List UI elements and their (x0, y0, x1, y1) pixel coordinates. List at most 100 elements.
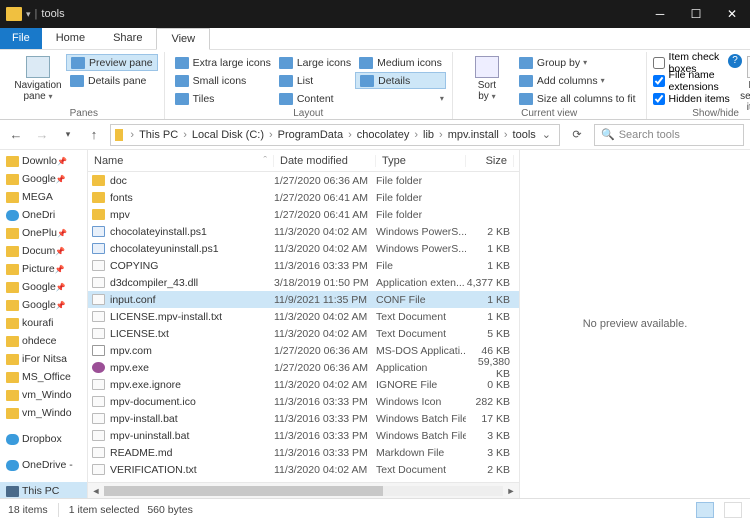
col-type[interactable]: Type (376, 155, 466, 167)
preview-pane: No preview available. (520, 150, 750, 498)
file-row[interactable]: COPYING11/3/2016 03:33 PMFile1 KB (88, 257, 519, 274)
file-name: LICENSE.txt (110, 328, 169, 340)
file-row[interactable]: mpv-install.bat11/3/2016 03:33 PMWindows… (88, 410, 519, 427)
col-name[interactable]: Name ˆ (88, 155, 274, 167)
maximize-button[interactable]: ☐ (678, 0, 714, 28)
tree-item[interactable]: MS_Office (0, 368, 87, 386)
navigation-pane-button[interactable]: Navigation pane ▾ (10, 52, 66, 107)
view-thumbnails-button[interactable] (724, 502, 742, 518)
size-columns-button[interactable]: Size all columns to fit (515, 90, 640, 107)
layout-small[interactable]: Small icons (171, 72, 275, 89)
view-details-button[interactable] (696, 502, 714, 518)
file-name: input.conf (110, 294, 156, 306)
scroll-thumb[interactable] (104, 486, 383, 496)
crumb[interactable]: mpv.install (446, 129, 501, 141)
file-row[interactable]: fonts1/27/2020 06:41 AMFile folder (88, 189, 519, 206)
tree-item[interactable]: Docum 📌 (0, 242, 87, 260)
tree-item[interactable]: kourafi (0, 314, 87, 332)
refresh-button[interactable]: ⟳ (566, 128, 588, 141)
hidden-items-toggle[interactable]: Hidden items (653, 90, 735, 107)
file-row[interactable]: mpv.com1/27/2020 06:36 AMMS-DOS Applicat… (88, 342, 519, 359)
layout-tiles[interactable]: Tiles (171, 90, 275, 107)
crumb[interactable]: This PC (137, 129, 180, 141)
address-bar[interactable]: › This PC› Local Disk (C:)› ProgramData›… (110, 124, 560, 146)
file-row[interactable]: chocolateyuninstall.ps111/3/2020 04:02 A… (88, 240, 519, 257)
col-date[interactable]: Date modified (274, 155, 376, 167)
file-row[interactable]: VERIFICATION.txt11/3/2020 04:02 AMText D… (88, 461, 519, 478)
add-columns-button[interactable]: Add columns ▾ (515, 72, 640, 89)
layout-medium[interactable]: Medium icons (355, 54, 446, 71)
tree-item[interactable]: ohdece (0, 332, 87, 350)
file-row[interactable]: input.conf11/9/2021 11:35 PMCONF File1 K… (88, 291, 519, 308)
layout-more[interactable]: ▾ (355, 90, 446, 107)
tree-item[interactable]: Picture 📌 (0, 260, 87, 278)
nav-forward-button[interactable]: → (32, 127, 52, 142)
file-list[interactable]: doc1/27/2020 06:36 AMFile folderfonts1/2… (88, 172, 519, 482)
file-row[interactable]: doc1/27/2020 06:36 AMFile folder (88, 172, 519, 189)
file-row[interactable]: chocolateyinstall.ps111/3/2020 04:02 AMW… (88, 223, 519, 240)
close-button[interactable]: ✕ (714, 0, 750, 28)
file-row[interactable]: mpv1/27/2020 06:41 AMFile folder (88, 206, 519, 223)
tree-item[interactable]: OnePlu 📌 (0, 224, 87, 242)
tab-view[interactable]: View (156, 28, 210, 50)
folder-icon (6, 336, 19, 347)
file-row[interactable]: LICENSE.mpv-install.txt11/3/2020 04:02 A… (88, 308, 519, 325)
tree-item[interactable]: OneDrive - (0, 456, 87, 474)
search-icon: 🔍 (601, 128, 615, 141)
search-input[interactable]: 🔍 Search tools (594, 124, 744, 146)
crumb[interactable]: Local Disk (C:) (190, 129, 266, 141)
preview-pane-button[interactable]: Preview pane (66, 54, 158, 71)
file-extensions-toggle[interactable]: File name extensions (653, 72, 735, 89)
tab-share[interactable]: Share (99, 28, 156, 49)
tree-item[interactable]: Dropbox (0, 430, 87, 448)
tree-item[interactable]: vm_Windo (0, 404, 87, 422)
nav-recent-button[interactable]: ▾ (58, 129, 78, 140)
tree-item[interactable]: This PC (0, 482, 87, 498)
file-row[interactable]: mpv.exe.ignore11/3/2020 04:02 AMIGNORE F… (88, 376, 519, 393)
tree-item[interactable]: MEGA (0, 188, 87, 206)
tree-item[interactable]: vm_Windo (0, 386, 87, 404)
file-row[interactable]: mpv-document.ico11/3/2016 03:33 PMWindow… (88, 393, 519, 410)
details-pane-button[interactable]: Details pane (66, 72, 158, 89)
layout-list[interactable]: List (275, 72, 355, 89)
tab-home[interactable]: Home (42, 28, 99, 49)
layout-details[interactable]: Details (355, 72, 446, 89)
layout-content[interactable]: Content (275, 90, 355, 107)
horizontal-scrollbar[interactable]: ◄ ► (88, 482, 519, 498)
tree-item[interactable]: Google 📌 (0, 278, 87, 296)
tiles-icon (175, 93, 189, 105)
file-row[interactable]: mpv.exe1/27/2020 06:36 AMApplication59,3… (88, 359, 519, 376)
nav-up-button[interactable]: ↑ (84, 127, 104, 142)
qat-down-icon[interactable]: ▾ (26, 9, 31, 20)
scroll-track[interactable] (104, 486, 503, 496)
crumb[interactable]: tools (511, 129, 538, 141)
nav-back-button[interactable]: ← (6, 127, 26, 142)
crumb[interactable]: lib (421, 129, 436, 141)
file-row[interactable]: LICENSE.txt11/3/2020 04:02 AMText Docume… (88, 325, 519, 342)
navigation-tree[interactable]: Downlo 📌Google 📌MEGAOneDriOnePlu 📌Docum … (0, 150, 88, 498)
hide-selected-button[interactable]: Hide selected items (739, 52, 750, 107)
file-size: 1 KB (466, 294, 514, 306)
file-row[interactable]: mpv-uninstall.bat11/3/2016 03:33 PMWindo… (88, 427, 519, 444)
scroll-right-button[interactable]: ► (503, 486, 519, 496)
sort-by-button[interactable]: Sort by ▾ (459, 52, 515, 107)
crumb[interactable]: chocolatey (355, 129, 412, 141)
tree-item[interactable]: Google 📌 (0, 170, 87, 188)
tree-item[interactable]: OneDri (0, 206, 87, 224)
tree-item[interactable]: iFor Nitsa (0, 350, 87, 368)
crumb[interactable]: ProgramData (276, 129, 345, 141)
layout-large[interactable]: Large icons (275, 54, 355, 71)
minimize-button[interactable]: ─ (642, 0, 678, 28)
layout-extra-large[interactable]: Extra large icons (171, 54, 275, 71)
file-row[interactable]: d3dcompiler_43.dll3/18/2019 01:50 PMAppl… (88, 274, 519, 291)
file-size: 1 KB (466, 260, 514, 272)
tree-item[interactable]: Downlo 📌 (0, 152, 87, 170)
tree-item[interactable]: Google 📌 (0, 296, 87, 314)
icons-sm-icon (175, 75, 189, 87)
file-row[interactable]: README.md11/3/2016 03:33 PMMarkdown File… (88, 444, 519, 461)
scroll-left-button[interactable]: ◄ (88, 486, 104, 496)
col-size[interactable]: Size (466, 155, 514, 167)
address-dropdown-icon[interactable]: ⌄ (538, 128, 555, 141)
file-tab[interactable]: File (0, 28, 42, 49)
group-by-button[interactable]: Group by ▾ (515, 54, 640, 71)
